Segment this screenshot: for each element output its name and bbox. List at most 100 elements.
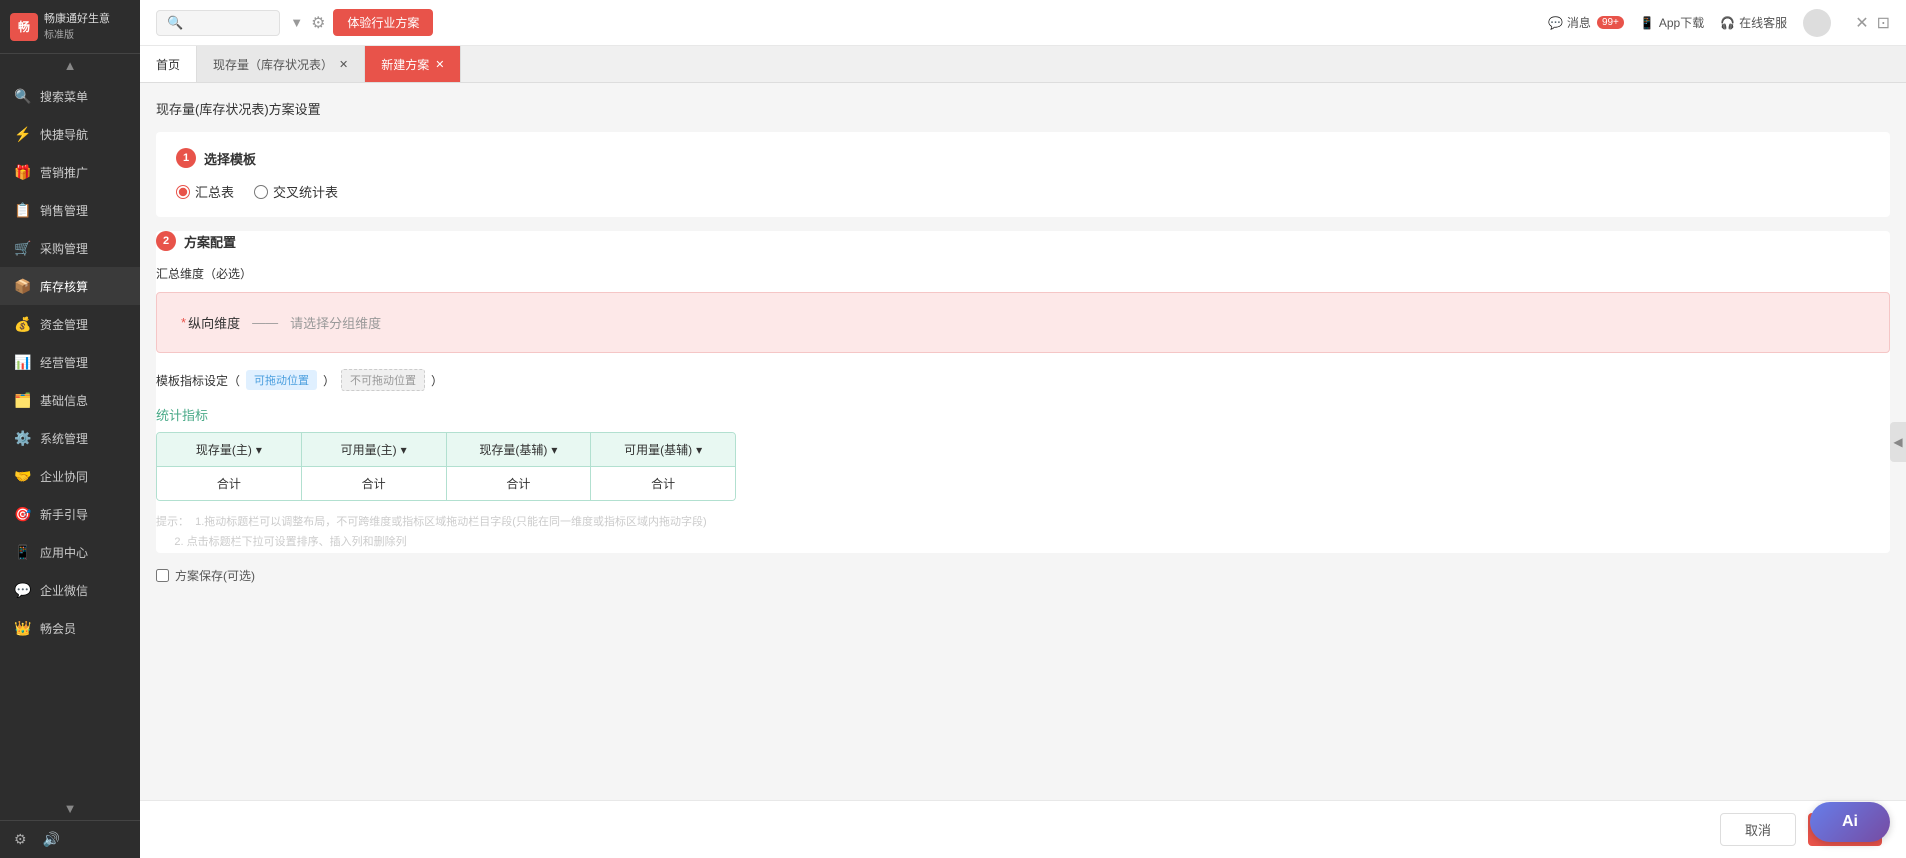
content-area: 现存量(库存状况表)方案设置 1 选择模板 汇总表 交叉统计表 2: [140, 83, 1906, 800]
indicator-settings: 模板指标设定（ 可拖动位置 ） 不可拖动位置 ）: [156, 369, 1890, 391]
sidebar-item-enterprise[interactable]: 🤝 企业协同: [0, 457, 140, 495]
sidebar-item-member[interactable]: 👑 畅会员: [0, 609, 140, 647]
audio-icon[interactable]: 🔊: [43, 831, 60, 848]
window-controls: ✕ ⊡: [1855, 13, 1890, 33]
sidebar-item-quick-nav[interactable]: ⚡ 快捷导航: [0, 115, 140, 153]
enterprise-icon: 🤝: [14, 467, 32, 485]
basic-info-icon: 🗂️: [14, 391, 32, 409]
radio-cross-input[interactable]: [254, 185, 268, 199]
message-icon: 💬: [1548, 16, 1563, 30]
tab-inventory-status[interactable]: 现存量（库存状况表） ✕: [197, 46, 365, 82]
tab-new-plan-close-icon[interactable]: ✕: [435, 58, 444, 71]
sidebar-item-finance[interactable]: 💰 资金管理: [0, 305, 140, 343]
settings-icon[interactable]: ⚙: [14, 831, 27, 848]
sidebar-scroll-up[interactable]: ▲: [0, 54, 140, 77]
sidebar-item-newbie[interactable]: 🎯 新手引导: [0, 495, 140, 533]
wechat-icon: 💬: [14, 581, 32, 599]
sidebar-item-purchase[interactable]: 🛒 采购管理: [0, 229, 140, 267]
dimension-area[interactable]: * 纵向维度 —— 请选择分组维度: [156, 292, 1890, 353]
purchase-icon: 🛒: [14, 239, 32, 257]
app-name: 畅康通好生意 标准版: [44, 12, 110, 41]
service-icon: 🎧: [1720, 16, 1735, 30]
tips-section: 提示： 1.拖动标题栏可以调整布局，不可跨维度或指标区域拖动栏目字段(只能在同一…: [156, 513, 1890, 553]
tab-new-plan[interactable]: 新建方案 ✕: [365, 46, 461, 82]
sidebar-item-app-center[interactable]: 📱 应用中心: [0, 533, 140, 571]
dimension-arrow: ——: [252, 315, 278, 330]
col-0-dropdown-icon: ▾: [256, 443, 262, 457]
member-icon: 👑: [14, 619, 32, 637]
tip2-text: 2. 点击标题栏下拉可设置排序、插入列和删除列: [156, 533, 1890, 553]
col-header-0[interactable]: 现存量(主) ▾: [157, 433, 302, 466]
sidebar-nav: 🔍 搜索菜单 ⚡ 快捷导航 🎁 营销推广 📋 销售管理 🛒 采购管理 📦 库存核…: [0, 77, 140, 797]
sidebar-item-system[interactable]: ⚙️ 系统管理: [0, 419, 140, 457]
messages-item[interactable]: 💬 消息 99+: [1548, 14, 1624, 31]
user-avatar[interactable]: [1803, 9, 1831, 37]
section1-number: 1: [176, 148, 196, 168]
messages-badge: 99+: [1597, 16, 1624, 29]
sidebar-bottom: ⚙ 🔊: [0, 820, 140, 858]
section-config: 2 方案配置 汇总维度（必选） * 纵向维度 —— 请选择分组维度 模板指标设定…: [156, 231, 1890, 553]
search-input[interactable]: [189, 16, 269, 30]
stats-table: 现存量(主) ▾ 可用量(主) ▾ 现存量(基辅) ▾ 可用量(基辅): [156, 432, 736, 501]
section2-header: 2 方案配置: [156, 231, 1890, 251]
draggable-tag: 可拖动位置: [246, 370, 317, 390]
gear-icon[interactable]: ⚙: [311, 13, 325, 33]
tip1: 1.拖动标题栏可以调整布局，不可跨维度或指标区域拖动栏目字段(只能在同一维度或指…: [195, 516, 707, 528]
tips-title: 提示：: [156, 516, 189, 528]
search-box[interactable]: 🔍: [156, 10, 280, 36]
col-header-2[interactable]: 现存量(基辅) ▾: [447, 433, 592, 466]
section-template: 1 选择模板 汇总表 交叉统计表: [156, 132, 1890, 217]
operations-icon: 📊: [14, 353, 32, 371]
sidebar-item-sales[interactable]: 📋 销售管理: [0, 191, 140, 229]
required-mark: *: [181, 315, 186, 330]
download-icon: 📱: [1640, 16, 1655, 30]
stats-table-section: 统计指标 现存量(主) ▾ 可用量(主) ▾ 现存量(基辅): [156, 405, 1890, 501]
col-header-1[interactable]: 可用量(主) ▾: [302, 433, 447, 466]
sidebar-item-operations[interactable]: 📊 经营管理: [0, 343, 140, 381]
tabbar: 首页 现存量（库存状况表） ✕ 新建方案 ✕: [140, 46, 1906, 83]
radio-cross-label: 交叉统计表: [273, 182, 338, 201]
expand-window-icon[interactable]: ⊡: [1877, 13, 1890, 33]
cancel-button[interactable]: 取消: [1720, 813, 1796, 846]
stats-table-row-0: 合计 合计 合计 合计: [157, 466, 735, 500]
page-title: 现存量(库存状况表)方案设置: [156, 99, 1890, 118]
stats-title: 统计指标: [156, 405, 1890, 424]
save-option: 方案保存(可选): [156, 567, 1890, 584]
ai-bubble[interactable]: Ai: [1810, 802, 1890, 842]
marketing-icon: 🎁: [14, 163, 32, 181]
finance-icon: 💰: [14, 315, 32, 333]
trial-button[interactable]: 体验行业方案: [333, 9, 433, 36]
section1-header: 1 选择模板: [176, 148, 1870, 168]
tab-home[interactable]: 首页: [140, 46, 197, 82]
side-collapse-handle[interactable]: ◀: [1890, 422, 1906, 462]
radio-summary[interactable]: 汇总表: [176, 182, 234, 201]
online-service-item[interactable]: 🎧 在线客服: [1720, 14, 1787, 31]
section2-title: 方案配置: [184, 232, 236, 251]
save-checkbox[interactable]: [156, 569, 169, 582]
sidebar-scroll-down[interactable]: ▼: [0, 797, 140, 820]
radio-summary-input[interactable]: [176, 185, 190, 199]
col-3-dropdown-icon: ▾: [696, 443, 702, 457]
sidebar-item-wechat[interactable]: 💬 企业微信: [0, 571, 140, 609]
app-download-item[interactable]: 📱 App下载: [1640, 14, 1704, 31]
sidebar-item-marketing[interactable]: 🎁 营销推广: [0, 153, 140, 191]
topbar: 🔍 ▼ ⚙ 体验行业方案 💬 消息 99+ 📱 App下载 🎧 在线客服 ✕: [140, 0, 1906, 46]
sidebar-item-inventory[interactable]: 📦 库存核算: [0, 267, 140, 305]
radio-summary-label: 汇总表: [195, 182, 234, 201]
app-logo-icon: 畅: [10, 13, 38, 41]
cell-0-1: 合计: [302, 467, 447, 500]
sidebar-item-basic-info[interactable]: 🗂️ 基础信息: [0, 381, 140, 419]
radio-cross[interactable]: 交叉统计表: [254, 182, 338, 201]
section2-number: 2: [156, 231, 176, 251]
sales-icon: 📋: [14, 201, 32, 219]
section1-title: 选择模板: [204, 149, 256, 168]
sidebar-item-search-menu[interactable]: 🔍 搜索菜单: [0, 77, 140, 115]
sidebar: 畅 畅康通好生意 标准版 ▲ 🔍 搜索菜单 ⚡ 快捷导航 🎁 营销推广 📋 销售…: [0, 0, 140, 858]
col-header-3[interactable]: 可用量(基辅) ▾: [591, 433, 735, 466]
inventory-icon: 📦: [14, 277, 32, 295]
close-icon[interactable]: ✕: [1855, 13, 1868, 33]
tab-inventory-close-icon[interactable]: ✕: [339, 58, 348, 71]
system-icon: ⚙️: [14, 429, 32, 447]
quick-nav-icon: ⚡: [14, 125, 32, 143]
expand-icon[interactable]: ▼: [290, 15, 303, 30]
